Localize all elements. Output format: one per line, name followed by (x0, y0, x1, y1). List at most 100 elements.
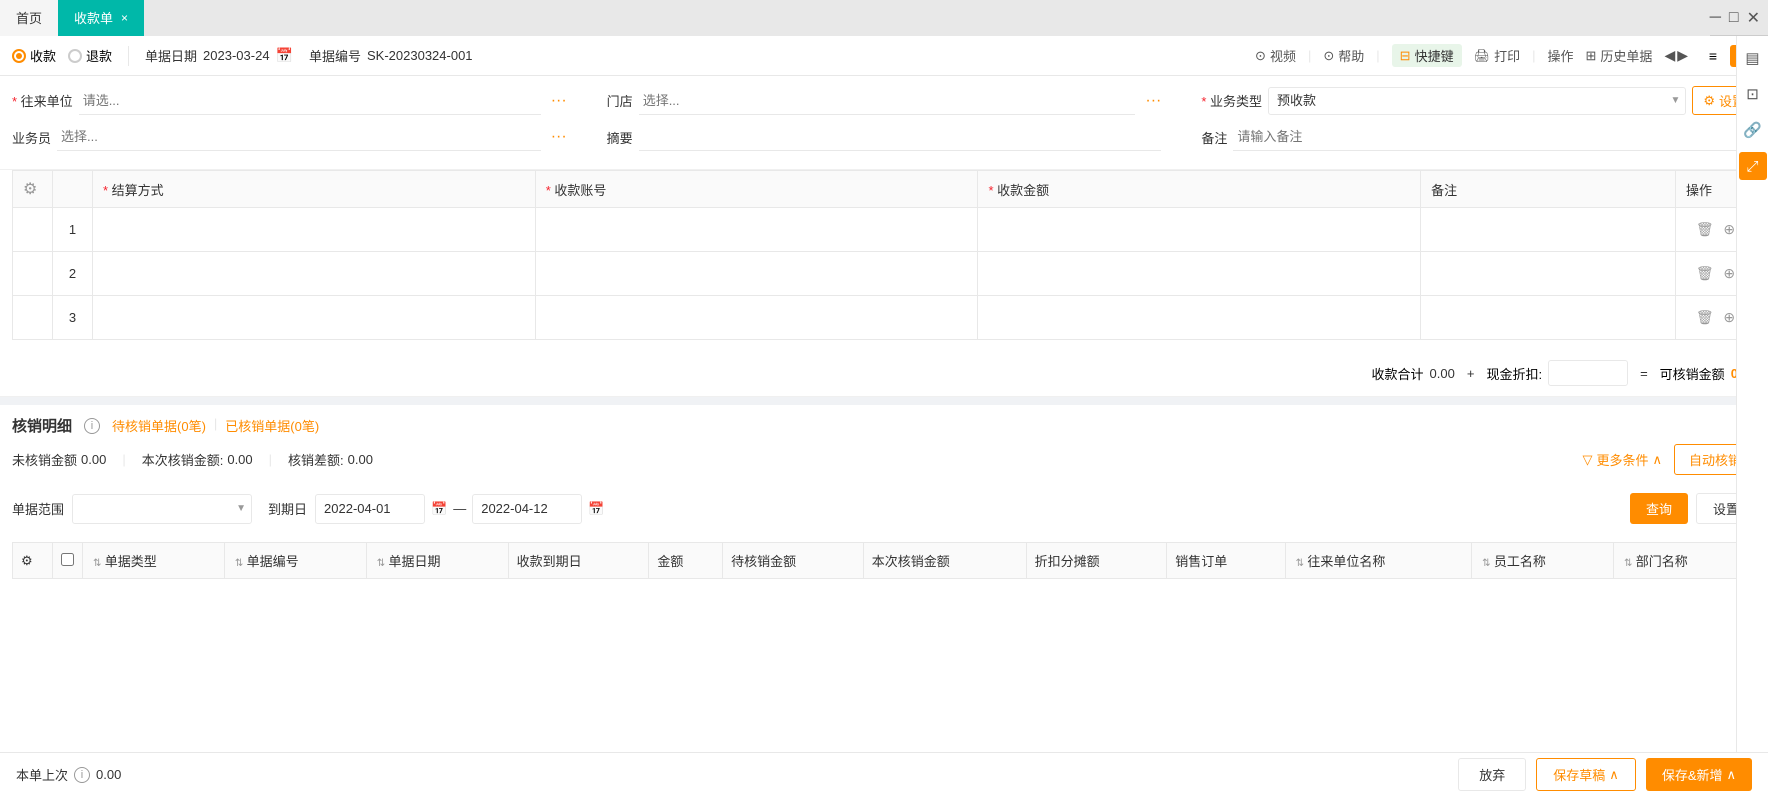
total-value: 0.00 (1430, 366, 1455, 381)
bt-sort-icon-dept: ⇅ (1624, 558, 1632, 569)
staff-input[interactable] (57, 123, 541, 151)
receipt-table-section: ⚙ 结算方式 收款账号 收款金额 (0, 170, 1768, 350)
row3-settlement-cell[interactable] (93, 296, 536, 340)
date-calendar-from-icon[interactable]: 📅 (431, 501, 447, 517)
bt-col-sales-order-label: 销售订单 (1175, 554, 1227, 569)
row2-copy-icon[interactable]: ⊕ (1723, 265, 1735, 281)
row3-copy-icon[interactable]: ⊕ (1723, 309, 1735, 325)
row1-settings-cell (13, 208, 53, 252)
tab-link-done[interactable]: 已核销单据(0笔) (225, 416, 319, 435)
date-range: 📅 — 📅 (315, 494, 604, 524)
up-icon: ∧ (1652, 452, 1662, 468)
bt-select-all-checkbox[interactable] (61, 553, 74, 566)
receipt-table: ⚙ 结算方式 收款账号 收款金额 (12, 170, 1756, 340)
history-action[interactable]: ⊞ 历史单据 (1586, 46, 1653, 65)
radio-refund[interactable]: 退款 (68, 46, 112, 65)
diff-label: 核销差额: (288, 450, 344, 469)
tab-home[interactable]: 首页 (0, 0, 58, 36)
store-ellipsis-icon[interactable]: ··· (1145, 92, 1161, 110)
counterpart-input[interactable] (79, 87, 541, 115)
bottom-table: ⚙ ⇅ 单据类型 ⇅ 单据编号 ⇅ 单据日期 (12, 542, 1756, 579)
close-window-icon[interactable]: ✕ (1747, 8, 1760, 28)
bt-col-settings[interactable]: ⚙ (13, 543, 53, 579)
radio-receive[interactable]: 收款 (12, 46, 56, 65)
shortcut-label: 快捷键 (1415, 46, 1454, 65)
amount-required-star (988, 183, 997, 198)
table-row: 3 🗑 ⊕ (13, 296, 1756, 340)
col-remark-label: 备注 (1431, 183, 1457, 198)
more-conditions-btn[interactable]: ▽ 更多条件 ∧ (1582, 450, 1662, 469)
bt-col-doc-type: ⇅ 单据类型 (83, 543, 225, 579)
help-label: 帮助 (1338, 46, 1364, 65)
sidebar-icon-grid[interactable]: ⊡ (1739, 80, 1767, 108)
col-account-header: 收款账号 (535, 171, 978, 208)
doc-date-calendar-icon[interactable]: 📅 (276, 47, 293, 64)
sidebar-icon-expand[interactable]: ⤢ (1739, 152, 1767, 180)
history-icon: ⊞ (1586, 48, 1597, 64)
row1-num-cell: 1 (53, 208, 93, 252)
row3-remark-cell[interactable] (1421, 296, 1676, 340)
bt-settings-gear-icon[interactable]: ⚙ (21, 553, 33, 568)
bt-sort-icon-staff: ⇅ (1482, 558, 1490, 569)
remark-input[interactable] (1233, 123, 1756, 151)
form-row-1: 往来单位 ··· 门店 ··· 业务类型 预收款 ▼ (12, 86, 1756, 115)
tab-active[interactable]: 收款单 × (58, 0, 144, 36)
tab-link-pending[interactable]: 待核销单据(0笔) (112, 416, 206, 435)
biz-type-field: 业务类型 预收款 ▼ ⚙ 设置 (1201, 86, 1756, 115)
row3-amount-cell[interactable] (978, 296, 1421, 340)
sidebar-icon-link[interactable]: 🔗 (1739, 116, 1767, 144)
row2-delete-icon[interactable]: 🗑 (1696, 265, 1714, 281)
row3-account-cell[interactable] (535, 296, 978, 340)
doc-range-select[interactable] (72, 494, 252, 524)
hexiao-info-icon[interactable]: i (84, 418, 100, 434)
uncleared-stat: 未核销金额 0.00 (12, 450, 106, 469)
print-action[interactable]: 🖨 打印 (1474, 46, 1521, 65)
summary-input[interactable] (639, 123, 1162, 151)
save-new-button[interactable]: 保存&新增 ∧ (1646, 758, 1752, 791)
biz-type-select[interactable]: 预收款 (1268, 87, 1686, 115)
nav-prev-icon[interactable]: ◀ (1664, 47, 1675, 64)
discount-input[interactable] (1548, 360, 1628, 386)
col-remark-header: 备注 (1421, 171, 1676, 208)
row1-delete-icon[interactable]: 🗑 (1696, 221, 1714, 237)
bt-col-staff: ⇅ 员工名称 (1472, 543, 1614, 579)
table-row: 2 🗑 ⊕ (13, 252, 1756, 296)
abandon-button[interactable]: 放弃 (1458, 758, 1526, 791)
row2-settlement-cell[interactable] (93, 252, 536, 296)
staff-ellipsis-icon[interactable]: ··· (551, 128, 567, 146)
radio-refund-circle (68, 49, 82, 63)
nav-next-icon[interactable]: ▶ (1677, 47, 1688, 64)
operations-action[interactable]: 操作 (1548, 46, 1574, 65)
video-action[interactable]: ⊙ 视频 (1255, 46, 1296, 65)
row1-remark-cell[interactable] (1421, 208, 1676, 252)
hexiao-title: 核销明细 (12, 415, 72, 436)
store-input[interactable] (639, 87, 1136, 115)
minimize-icon[interactable]: ─ (1710, 9, 1721, 27)
view-list-icon[interactable]: ≡ (1700, 45, 1726, 67)
save-draft-button[interactable]: 保存草稿 ∧ (1536, 758, 1636, 791)
col-settings-header[interactable]: ⚙ (13, 171, 53, 208)
table-settings-gear-icon[interactable]: ⚙ (23, 181, 37, 198)
counterpart-ellipsis-icon[interactable]: ··· (551, 92, 567, 110)
row1-amount-cell[interactable] (978, 208, 1421, 252)
settings-gear-icon: ⚙ (1703, 93, 1715, 109)
date-to-input[interactable] (472, 494, 582, 524)
plus-sign: + (1467, 366, 1475, 381)
row1-settlement-cell[interactable] (93, 208, 536, 252)
bottom-info-icon[interactable]: i (74, 767, 90, 783)
help-action[interactable]: ⊙ 帮助 (1323, 46, 1364, 65)
tab-close-icon[interactable]: × (121, 11, 128, 25)
row2-amount-cell[interactable] (978, 252, 1421, 296)
date-from-input[interactable] (315, 494, 425, 524)
row3-delete-icon[interactable]: 🗑 (1696, 309, 1714, 325)
query-button[interactable]: 查询 (1630, 493, 1688, 524)
shortcut-action[interactable]: ⊟ 快捷键 (1392, 44, 1462, 67)
date-calendar-to-icon[interactable]: 📅 (588, 501, 604, 517)
row2-remark-cell[interactable] (1421, 252, 1676, 296)
restore-icon[interactable]: □ (1729, 9, 1739, 27)
row1-copy-icon[interactable]: ⊕ (1723, 221, 1735, 237)
row1-num: 1 (69, 222, 76, 237)
row1-account-cell[interactable] (535, 208, 978, 252)
row2-account-cell[interactable] (535, 252, 978, 296)
sidebar-icon-table[interactable]: ▤ (1739, 44, 1767, 72)
